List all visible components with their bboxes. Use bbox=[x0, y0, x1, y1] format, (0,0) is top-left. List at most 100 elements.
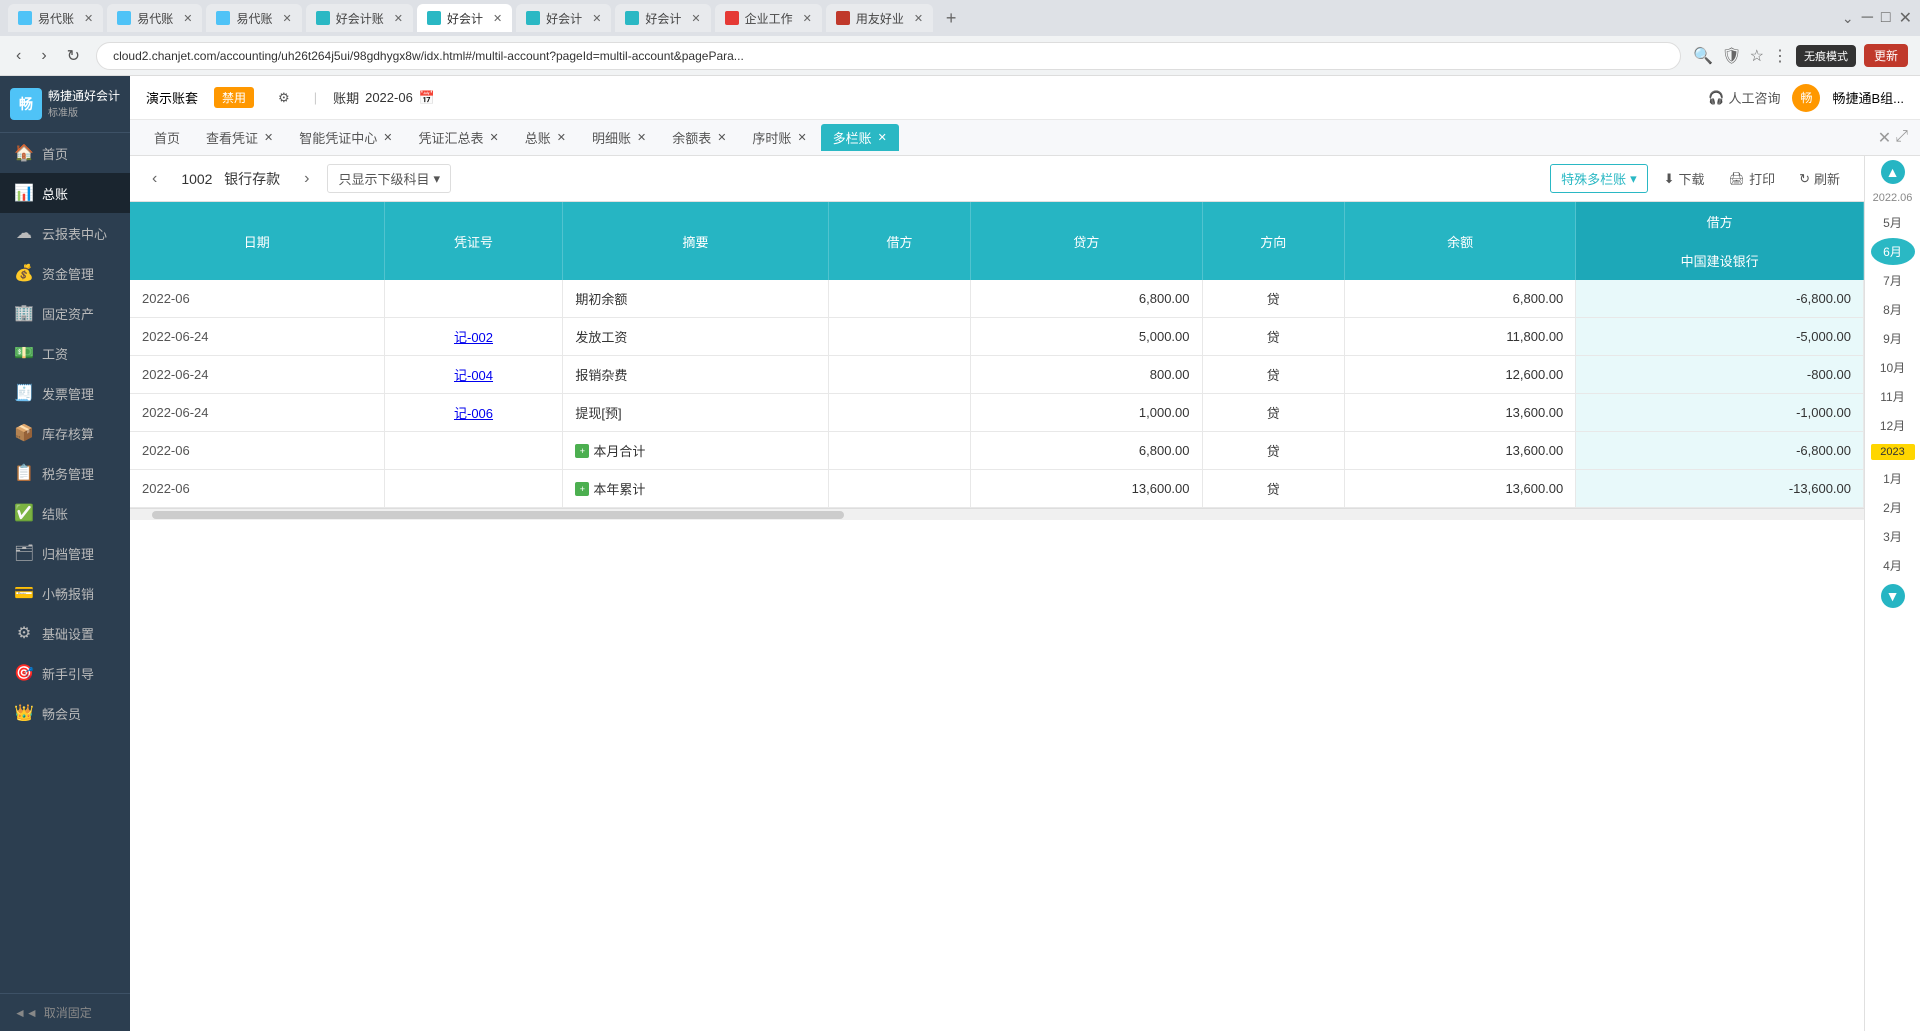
tab-dropdown-icon[interactable]: ⌄ bbox=[1842, 10, 1854, 27]
reload-button[interactable]: ↻ bbox=[63, 42, 84, 70]
tab-close-6[interactable]: ✕ bbox=[592, 12, 601, 25]
voucher-link-1[interactable]: 记-002 bbox=[454, 330, 493, 345]
date-month-nov-2022[interactable]: 11月 bbox=[1871, 383, 1915, 410]
refresh-button[interactable]: ↻ 刷新 bbox=[1791, 165, 1848, 192]
sidebar-item-ledger[interactable]: 📊 总账 bbox=[0, 173, 130, 213]
sidebar-item-expense[interactable]: 💳 小畅报销 bbox=[0, 573, 130, 613]
page-tab-sequence-close[interactable]: ✕ bbox=[797, 131, 806, 144]
collapse-tabs-icon[interactable]: ✕ bbox=[1878, 128, 1891, 148]
sidebar-item-salary[interactable]: 💵 工资 bbox=[0, 333, 130, 373]
page-tab-multi-close[interactable]: ✕ bbox=[878, 131, 887, 144]
page-tab-smart-close[interactable]: ✕ bbox=[383, 131, 392, 144]
sidebar-unpin[interactable]: ◄◄ 取消固定 bbox=[0, 993, 130, 1031]
date-month-sep-2022[interactable]: 9月 bbox=[1871, 325, 1915, 352]
sidebar-item-funds[interactable]: 💰 资金管理 bbox=[0, 253, 130, 293]
sidebar-item-reports[interactable]: ☁ 云报表中心 bbox=[0, 213, 130, 253]
sidebar-item-assets[interactable]: 🏢 固定资产 bbox=[0, 293, 130, 333]
minimize-icon[interactable]: ─ bbox=[1862, 9, 1873, 27]
td-debit-2 bbox=[828, 356, 970, 394]
account-selector: 1002 银行存款 bbox=[175, 169, 286, 189]
close-icon[interactable]: ✕ bbox=[1899, 8, 1912, 28]
forward-button[interactable]: › bbox=[37, 43, 50, 69]
tab-close-7[interactable]: ✕ bbox=[691, 12, 700, 25]
sidebar-item-vip[interactable]: 👑 畅会员 bbox=[0, 693, 130, 733]
tab-close-1[interactable]: ✕ bbox=[84, 12, 93, 25]
page-tab-voucher[interactable]: 查看凭证 ✕ bbox=[194, 124, 285, 151]
date-month-apr-2023[interactable]: 4月 bbox=[1871, 552, 1915, 579]
date-nav-up-button[interactable]: ▲ bbox=[1881, 160, 1905, 184]
browser-tab-1[interactable]: 易代账 ✕ bbox=[8, 4, 103, 32]
browser-tab-2[interactable]: 易代账 ✕ bbox=[107, 4, 202, 32]
page-tab-detail-close[interactable]: ✕ bbox=[637, 131, 646, 144]
page-tab-sequence[interactable]: 序时账 ✕ bbox=[740, 124, 818, 151]
date-month-oct-2022[interactable]: 10月 bbox=[1871, 354, 1915, 381]
tab-close-4[interactable]: ✕ bbox=[394, 12, 403, 25]
download-button[interactable]: ⬇ 下载 bbox=[1656, 165, 1713, 192]
page-tab-general-close[interactable]: ✕ bbox=[557, 131, 566, 144]
td-credit-3: 1,000.00 bbox=[971, 394, 1202, 432]
td-debit-1 bbox=[828, 318, 970, 356]
bookmark-icon[interactable]: ☆ bbox=[1750, 46, 1764, 66]
sidebar-item-settings[interactable]: ⚙ 基础设置 bbox=[0, 613, 130, 653]
tab-close-3[interactable]: ✕ bbox=[282, 12, 291, 25]
date-month-aug-2022[interactable]: 8月 bbox=[1871, 296, 1915, 323]
update-button[interactable]: 更新 bbox=[1864, 44, 1908, 67]
search-icon[interactable]: 🔍 bbox=[1693, 46, 1713, 66]
voucher-link-3[interactable]: 记-006 bbox=[454, 406, 493, 421]
date-month-may-2022[interactable]: 5月 bbox=[1871, 209, 1915, 236]
new-tab-button[interactable]: + bbox=[937, 4, 965, 32]
expand-tabs-icon[interactable]: ⤢ bbox=[1895, 128, 1908, 148]
tab-close-2[interactable]: ✕ bbox=[183, 12, 192, 25]
date-month-jan-2023[interactable]: 1月 bbox=[1871, 465, 1915, 492]
restore-icon[interactable]: □ bbox=[1881, 9, 1891, 27]
browser-tab-6[interactable]: 好会计 ✕ bbox=[516, 4, 611, 32]
back-button[interactable]: ‹ bbox=[12, 43, 25, 69]
browser-tab-3[interactable]: 易代账 ✕ bbox=[206, 4, 301, 32]
address-input[interactable] bbox=[96, 42, 1681, 70]
browser-tab-9[interactable]: 用友好业 ✕ bbox=[826, 4, 933, 32]
special-multi-button[interactable]: 特殊多栏账 ▾ bbox=[1550, 164, 1648, 193]
sidebar-item-close[interactable]: ✅ 结账 bbox=[0, 493, 130, 533]
date-month-feb-2023[interactable]: 2月 bbox=[1871, 494, 1915, 521]
page-tab-general[interactable]: 总账 ✕ bbox=[513, 124, 578, 151]
consultant-button[interactable]: 🎧 人工咨询 bbox=[1708, 88, 1780, 107]
browser-menu-icon[interactable]: ⋮ bbox=[1772, 46, 1788, 66]
browser-tab-5[interactable]: 好会计 ✕ bbox=[417, 4, 512, 32]
date-month-jul-2022[interactable]: 7月 bbox=[1871, 267, 1915, 294]
browser-tab-8[interactable]: 企业工作 ✕ bbox=[715, 4, 822, 32]
sidebar-item-home[interactable]: 🏠 首页 bbox=[0, 133, 130, 173]
date-month-jun-2022[interactable]: 6月 bbox=[1871, 238, 1915, 265]
date-month-dec-2022[interactable]: 12月 bbox=[1871, 412, 1915, 439]
sidebar-item-archive[interactable]: 🗂 归档管理 bbox=[0, 533, 130, 573]
page-tab-home[interactable]: 首页 bbox=[142, 124, 192, 151]
print-button[interactable]: 🖨 打印 bbox=[1721, 165, 1784, 192]
next-account-button[interactable]: › bbox=[298, 168, 315, 190]
page-tab-summary-close[interactable]: ✕ bbox=[490, 131, 499, 144]
horizontal-scrollbar[interactable] bbox=[130, 508, 1864, 520]
prev-account-button[interactable]: ‹ bbox=[146, 168, 163, 190]
date-month-mar-2023[interactable]: 3月 bbox=[1871, 523, 1915, 550]
page-tab-smart[interactable]: 智能凭证中心 ✕ bbox=[287, 124, 404, 151]
tab-close-9[interactable]: ✕ bbox=[914, 12, 923, 25]
calendar-icon[interactable]: 📅 bbox=[419, 90, 435, 106]
voucher-link-2[interactable]: 记-004 bbox=[454, 368, 493, 383]
page-tab-detail[interactable]: 明细账 ✕ bbox=[580, 124, 658, 151]
page-tab-balance-close[interactable]: ✕ bbox=[717, 131, 726, 144]
tab-close-5[interactable]: ✕ bbox=[493, 12, 502, 25]
sidebar-item-guide[interactable]: 🎯 新手引导 bbox=[0, 653, 130, 693]
browser-tab-4[interactable]: 好会计账 ✕ bbox=[306, 4, 413, 32]
scroll-thumb[interactable] bbox=[152, 511, 844, 519]
sidebar-item-inventory[interactable]: 📦 库存核算 bbox=[0, 413, 130, 453]
page-tab-balance[interactable]: 余额表 ✕ bbox=[660, 124, 738, 151]
page-tab-voucher-close[interactable]: ✕ bbox=[264, 131, 273, 144]
date-nav-down-button[interactable]: ▼ bbox=[1881, 584, 1905, 608]
incognito-button[interactable]: 无痕模式 bbox=[1796, 45, 1856, 67]
demo-settings-button[interactable]: ⚙ bbox=[270, 86, 298, 110]
page-tab-multi[interactable]: 多栏账 ✕ bbox=[821, 124, 899, 151]
filter-dropdown[interactable]: 只显示下级科目 ▾ bbox=[327, 164, 451, 193]
sidebar-item-invoice[interactable]: 🧾 发票管理 bbox=[0, 373, 130, 413]
tab-close-8[interactable]: ✕ bbox=[803, 12, 812, 25]
browser-tab-7[interactable]: 好会计 ✕ bbox=[615, 4, 710, 32]
page-tab-summary[interactable]: 凭证汇总表 ✕ bbox=[406, 124, 510, 151]
sidebar-item-tax[interactable]: 📋 税务管理 bbox=[0, 453, 130, 493]
